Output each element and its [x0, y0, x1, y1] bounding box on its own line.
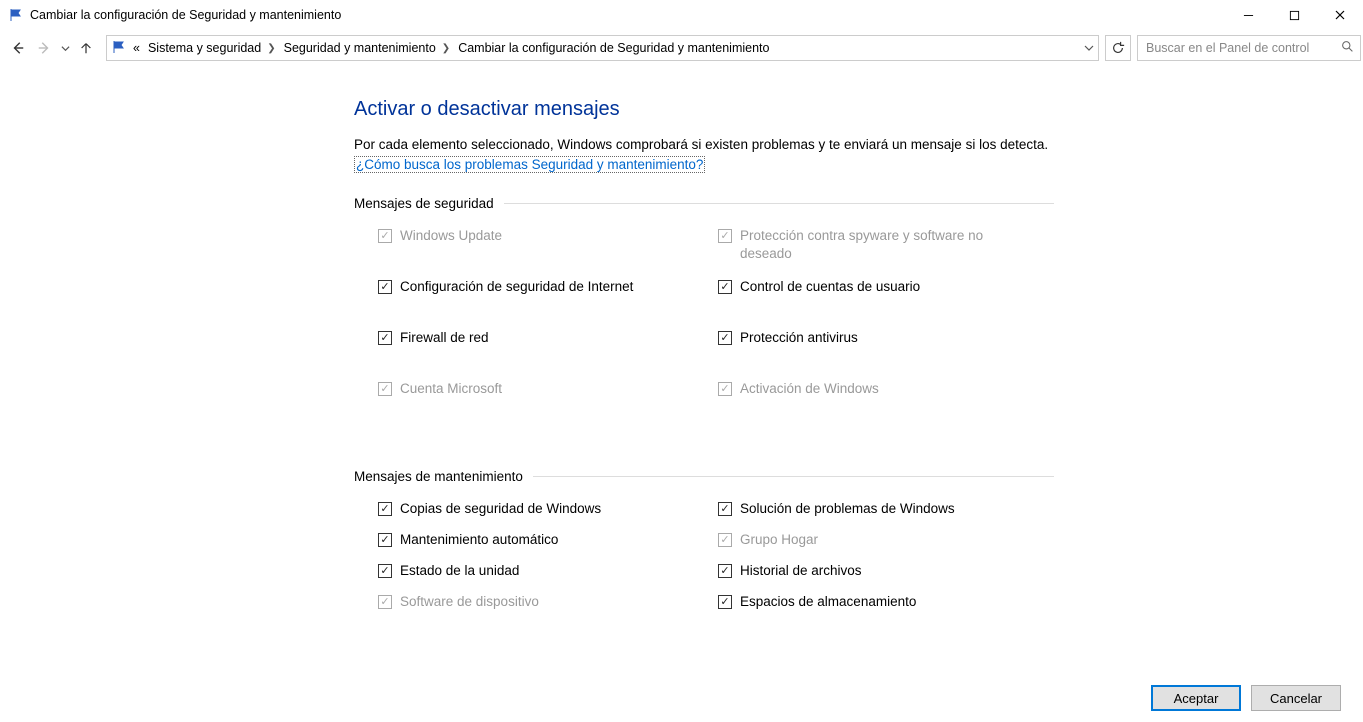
titlebar: Cambiar la configuración de Seguridad y … — [0, 0, 1363, 30]
description-text: Por cada elemento seleccionado, Windows … — [354, 137, 1048, 152]
breadcrumb-item[interactable]: Seguridad y mantenimiento ❯ — [282, 41, 453, 55]
search-input[interactable] — [1144, 40, 1337, 56]
checkbox-row: Estado de la unidad — [378, 560, 718, 591]
help-link[interactable]: ¿Cómo busca los problemas Seguridad y ma… — [354, 156, 705, 173]
refresh-button[interactable] — [1105, 35, 1131, 61]
dialog-footer: Aceptar Cancelar — [1151, 674, 1341, 722]
breadcrumb-item[interactable]: Sistema y seguridad ❯ — [146, 41, 278, 55]
checkbox — [718, 382, 732, 396]
cancel-button[interactable]: Cancelar — [1251, 685, 1341, 711]
checkbox-row: Protección antivirus — [718, 327, 1058, 378]
checkbox-label: Cuenta Microsoft — [400, 380, 502, 398]
checkbox — [378, 229, 392, 243]
minimize-button[interactable] — [1225, 0, 1271, 30]
checkbox-row: Configuración de seguridad de Internet — [378, 276, 718, 327]
breadcrumb-label: Cambiar la configuración de Seguridad y … — [458, 41, 769, 55]
content-area: Activar o desactivar mensajes Por cada e… — [0, 66, 1363, 722]
checkbox[interactable] — [718, 331, 732, 345]
breadcrumb-item[interactable]: Cambiar la configuración de Seguridad y … — [456, 41, 771, 55]
breadcrumb-label: Seguridad y mantenimiento — [284, 41, 436, 55]
maximize-button[interactable] — [1271, 0, 1317, 30]
section-header-maintenance: Mensajes de mantenimiento — [354, 469, 1054, 484]
checkbox-label[interactable]: Historial de archivos — [740, 562, 862, 580]
checkbox-row: Mantenimiento automático — [378, 529, 718, 560]
checkbox[interactable] — [378, 533, 392, 547]
chevron-right-icon: ❯ — [442, 43, 450, 54]
maintenance-checkbox-grid: Copias de seguridad de Windows Solución d… — [378, 498, 1054, 622]
checkbox-label: Activación de Windows — [740, 380, 879, 398]
checkbox-label[interactable]: Copias de seguridad de Windows — [400, 500, 601, 518]
address-flag-icon — [111, 39, 127, 58]
divider — [504, 203, 1054, 204]
checkbox-row: Cuenta Microsoft — [378, 378, 718, 429]
checkbox-row: Windows Update — [378, 225, 718, 276]
checkbox-row: Historial de archivos — [718, 560, 1058, 591]
checkbox-label[interactable]: Espacios de almacenamiento — [740, 593, 916, 611]
page-title: Activar o desactivar mensajes — [354, 98, 1054, 121]
checkbox — [378, 595, 392, 609]
search-icon — [1341, 40, 1354, 56]
section-title: Mensajes de mantenimiento — [354, 469, 523, 484]
chevron-right-icon: ❯ — [267, 43, 275, 54]
checkbox-label[interactable]: Estado de la unidad — [400, 562, 519, 580]
checkbox — [378, 382, 392, 396]
checkbox[interactable] — [378, 502, 392, 516]
checkbox — [718, 229, 732, 243]
checkbox-label[interactable]: Firewall de red — [400, 329, 489, 347]
back-button[interactable] — [6, 36, 30, 60]
checkbox-row: Protección contra spyware y software no … — [718, 225, 1058, 276]
checkbox-label[interactable]: Protección antivirus — [740, 329, 858, 347]
checkbox-row: Grupo Hogar — [718, 529, 1058, 560]
page-description: Por cada elemento seleccionado, Windows … — [354, 135, 1064, 174]
checkbox-label[interactable]: Mantenimiento automático — [400, 531, 558, 549]
breadcrumb-label: Sistema y seguridad — [148, 41, 261, 55]
search-box[interactable] — [1137, 35, 1361, 61]
checkbox-label[interactable]: Solución de problemas de Windows — [740, 500, 955, 518]
checkbox[interactable] — [718, 595, 732, 609]
checkbox[interactable] — [378, 331, 392, 345]
address-dropdown-button[interactable] — [1078, 36, 1098, 60]
checkbox-row: Activación de Windows — [718, 378, 1058, 429]
checkbox-row: Copias de seguridad de Windows — [378, 498, 718, 529]
checkbox[interactable] — [718, 564, 732, 578]
checkbox-label[interactable]: Configuración de seguridad de Internet — [400, 278, 633, 296]
checkbox-label: Grupo Hogar — [740, 531, 818, 549]
section-header-security: Mensajes de seguridad — [354, 196, 1054, 211]
checkbox[interactable] — [718, 280, 732, 294]
checkbox-label: Software de dispositivo — [400, 593, 539, 611]
ok-button[interactable]: Aceptar — [1151, 685, 1241, 711]
checkbox-label[interactable]: Control de cuentas de usuario — [740, 278, 920, 296]
nav-row: « Sistema y seguridad ❯ Seguridad y mant… — [0, 30, 1363, 66]
checkbox-row: Software de dispositivo — [378, 591, 718, 622]
address-bar[interactable]: « Sistema y seguridad ❯ Seguridad y mant… — [106, 35, 1099, 61]
forward-button[interactable] — [32, 36, 56, 60]
recent-locations-button[interactable] — [58, 36, 72, 60]
breadcrumb-root[interactable]: « — [131, 41, 142, 55]
checkbox-row: Solución de problemas de Windows — [718, 498, 1058, 529]
checkbox-row: Firewall de red — [378, 327, 718, 378]
checkbox-row: Espacios de almacenamiento — [718, 591, 1058, 622]
checkbox[interactable] — [378, 564, 392, 578]
divider — [533, 476, 1054, 477]
up-button[interactable] — [74, 36, 98, 60]
checkbox-label: Windows Update — [400, 227, 502, 245]
breadcrumb-label: « — [133, 41, 140, 55]
checkbox[interactable] — [378, 280, 392, 294]
security-checkbox-grid: Windows Update Protección contra spyware … — [378, 225, 1054, 429]
checkbox-row: Control de cuentas de usuario — [718, 276, 1058, 327]
window-title: Cambiar la configuración de Seguridad y … — [30, 8, 341, 22]
security-flag-icon — [8, 7, 24, 23]
close-button[interactable] — [1317, 0, 1363, 30]
checkbox-label: Protección contra spyware y software no … — [740, 227, 1030, 263]
checkbox — [718, 533, 732, 547]
section-title: Mensajes de seguridad — [354, 196, 494, 211]
window-controls — [1225, 0, 1363, 30]
checkbox[interactable] — [718, 502, 732, 516]
